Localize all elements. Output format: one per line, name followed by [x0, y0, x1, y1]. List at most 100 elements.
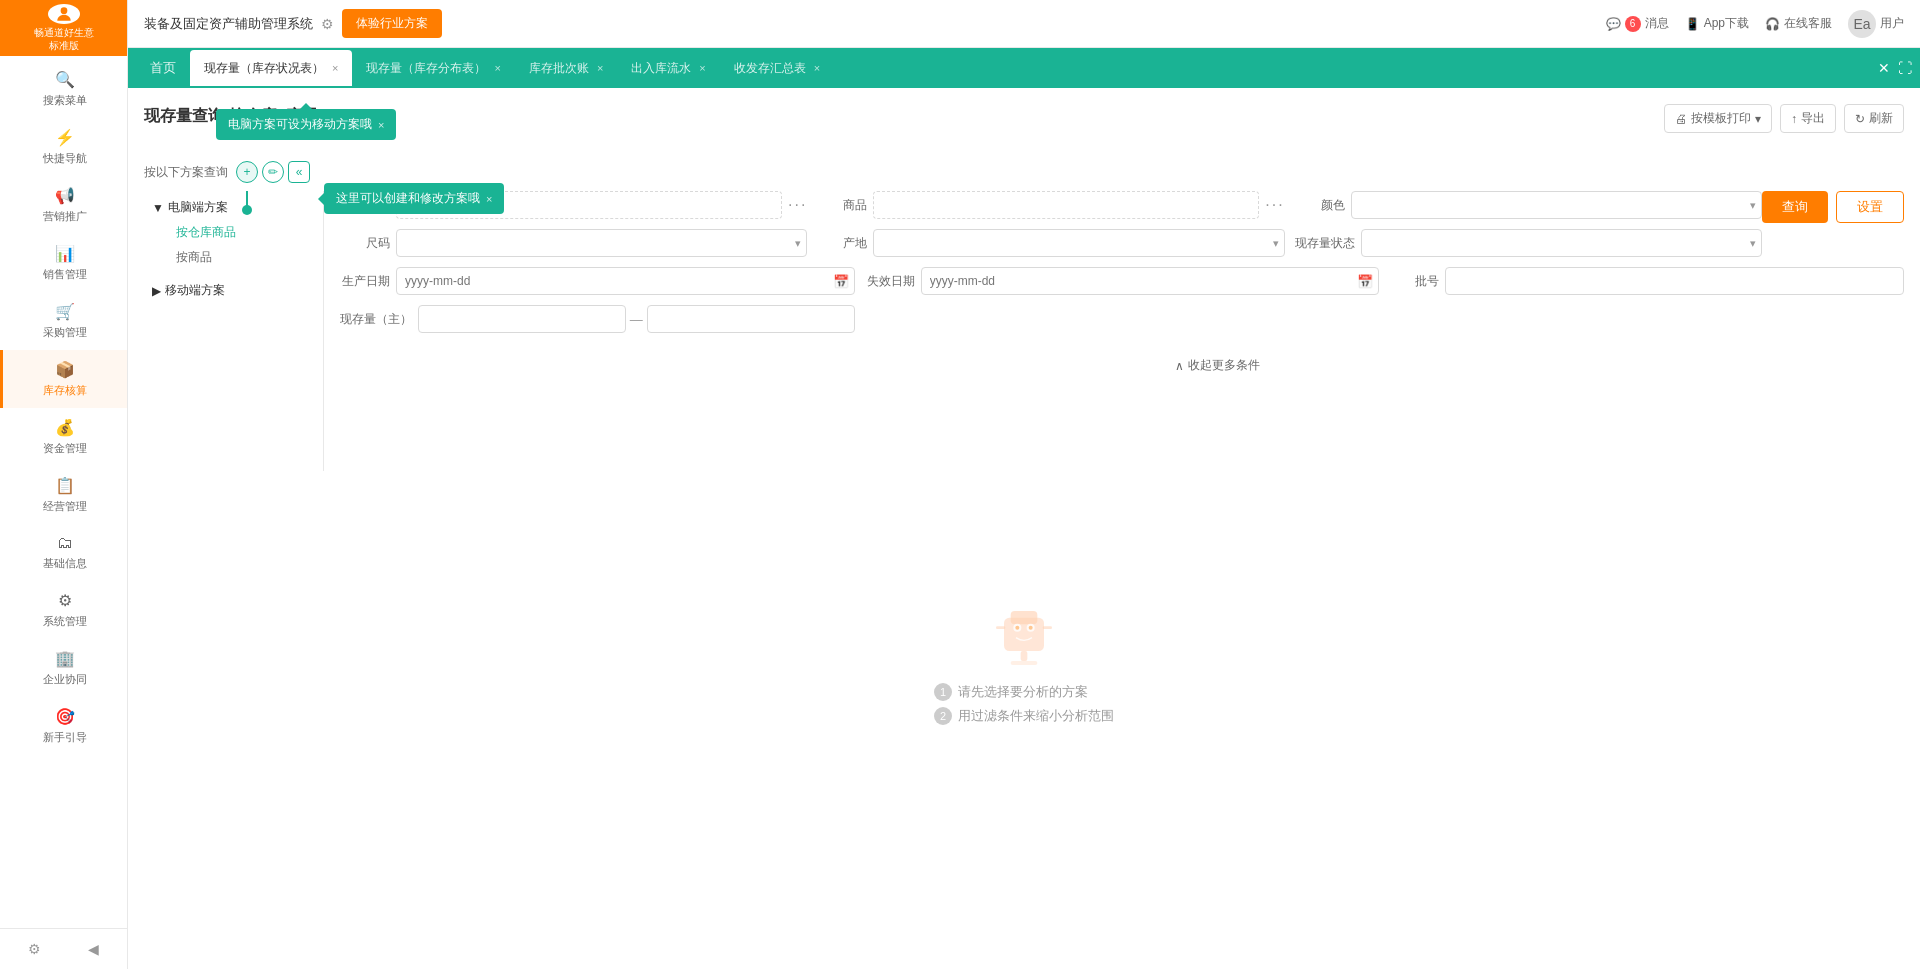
dropdown-icon: ▾ — [1755, 112, 1761, 126]
sidebar-item-operation[interactable]: 📋 经营管理 — [0, 466, 127, 524]
svg-rect-7 — [1021, 651, 1028, 661]
filter-wrapper: 按以下方案查询 + ✏ « 电脑方案可设为移动方案哦 × — [144, 161, 1904, 471]
scheme-item-product[interactable]: 按商品 — [152, 245, 307, 270]
origin-select[interactable] — [873, 229, 1284, 257]
tooltip2-close[interactable]: × — [486, 193, 492, 205]
target-icon: 🎯 — [55, 707, 75, 726]
sidebar-item-search[interactable]: 🔍 搜索菜单 — [0, 60, 127, 118]
size-select[interactable] — [396, 229, 807, 257]
app-download-btn[interactable]: 📱 App下载 — [1685, 15, 1749, 32]
tab-close-inventory-status[interactable]: × — [332, 62, 338, 74]
add-scheme-btn[interactable]: + — [236, 161, 258, 183]
field-size: 尺码 ▾ — [340, 229, 807, 257]
filter-row-1: 仓库 ··· 商品 ··· 颜色 — [340, 191, 1762, 219]
avatar: Ea — [1848, 10, 1876, 38]
desktop-scheme-group: ▼ 电脑端方案 按仓库商品 按商品 — [144, 191, 315, 274]
sidebar-item-inventory[interactable]: 📦 库存核算 — [0, 350, 127, 408]
search-btn[interactable]: 查询 — [1762, 191, 1828, 223]
tooltip1-close[interactable]: × — [378, 119, 384, 131]
sidebar-logo: 畅通道好生意 标准版 — [0, 0, 127, 56]
sidebar-item-marketing[interactable]: 📢 营销推广 — [0, 176, 127, 234]
desktop-scheme-header[interactable]: ▼ 电脑端方案 — [152, 195, 307, 220]
sidebar-item-purchase[interactable]: 🛒 采购管理 — [0, 292, 127, 350]
cart-icon: 🛒 — [55, 302, 75, 321]
tab-receivable[interactable]: 收发存汇总表 × — [720, 50, 834, 86]
tab-close-receivable[interactable]: × — [814, 62, 820, 74]
color-select[interactable] — [1351, 191, 1762, 219]
collapse-btn[interactable]: ∧ 收起更多条件 — [1169, 351, 1266, 380]
filter-row-4: 现存量（主） — — [340, 305, 1904, 333]
stock-main-to[interactable] — [647, 305, 855, 333]
warehouse-more-icon[interactable]: ··· — [788, 196, 807, 214]
size-select-wrapper: ▾ — [396, 229, 807, 257]
batch-input[interactable] — [1445, 267, 1904, 295]
collapse-icon: ∧ — [1175, 359, 1184, 373]
gear-icon: ⚙ — [58, 591, 72, 610]
notification-btn[interactable]: 💬 6 消息 — [1606, 15, 1669, 32]
color-select-wrapper: ▾ — [1351, 191, 1762, 219]
print-btn[interactable]: 🖨 按模板打印 ▾ — [1664, 104, 1772, 133]
export-btn[interactable]: ↑ 导出 — [1780, 104, 1836, 133]
sidebar-item-sales[interactable]: 📊 销售管理 — [0, 234, 127, 292]
tab-bar-right: ✕ ⛶ — [1878, 60, 1912, 76]
empty-state: 1 请先选择要分析的方案 2 用过滤条件来缩小分析范围 — [144, 511, 1904, 805]
field-color: 颜色 ▾ — [1295, 191, 1762, 219]
filter-row-3: 生产日期 📅 失效日期 📅 — [340, 267, 1904, 295]
main-area: 装备及固定资产辅助管理系统 ⚙ 体验行业方案 💬 6 消息 📱 App下载 🎧 … — [128, 0, 1920, 969]
tab-close-inout[interactable]: × — [699, 62, 705, 74]
prev-scheme-btn[interactable]: « — [288, 161, 310, 183]
tab-inventory-status[interactable]: 现存量（库存状况表） × — [190, 50, 352, 86]
tab-inout-flow[interactable]: 出入库流水 × — [617, 50, 719, 86]
tooltip-bubble-2: 这里可以创建和修改方案哦 × — [324, 183, 504, 214]
filter-row-2: 尺码 ▾ 产地 — [340, 229, 1762, 257]
mobile-scheme-header[interactable]: ▶ 移动端方案 — [152, 278, 307, 303]
scheme-item-warehouse[interactable]: 按仓库商品 — [152, 220, 307, 245]
stock-status-select[interactable] — [1361, 229, 1762, 257]
refresh-btn[interactable]: ↻ 刷新 — [1844, 104, 1904, 133]
tab-close-all-icon[interactable]: ✕ — [1878, 60, 1890, 76]
logo-text: 畅通道好生意 标准版 — [34, 26, 94, 52]
sidebar-item-basic[interactable]: 🗂 基础信息 — [0, 524, 127, 581]
industry-btn[interactable]: 体验行业方案 — [342, 9, 442, 38]
stock-main-from[interactable] — [418, 305, 626, 333]
headset-icon: 🎧 — [1765, 17, 1780, 31]
sidebar-item-quick-nav[interactable]: ⚡ 快捷导航 — [0, 118, 127, 176]
calendar-icon-2[interactable]: 📅 — [1357, 274, 1373, 289]
tab-inventory-dist[interactable]: 现存量（库存分布表） × — [352, 50, 514, 86]
sidebar-item-enterprise[interactable]: 🏢 企业协同 — [0, 639, 127, 697]
sidebar-collapse-btn[interactable]: ◀ — [84, 937, 103, 961]
sidebar-settings-btn[interactable]: ⚙ — [24, 937, 45, 961]
svg-rect-8 — [1011, 661, 1038, 665]
empty-illustration — [984, 591, 1064, 671]
field-produce-date: 生产日期 📅 — [340, 267, 855, 295]
sidebar-item-finance[interactable]: 💰 资金管理 — [0, 408, 127, 466]
online-service-btn[interactable]: 🎧 在线客服 — [1765, 15, 1832, 32]
lightning-icon: ⚡ — [55, 128, 75, 147]
empty-tip-2: 2 用过滤条件来缩小分析范围 — [934, 707, 1114, 725]
megaphone-icon: 📢 — [55, 186, 75, 205]
tab-close-batch[interactable]: × — [597, 62, 603, 74]
tab-home[interactable]: 首页 — [136, 50, 190, 86]
tab-batch-account[interactable]: 库存批次账 × — [515, 50, 617, 86]
field-product: 商品 ··· — [817, 191, 1284, 219]
sidebar-item-system[interactable]: ⚙ 系统管理 — [0, 581, 127, 639]
export-icon: ↑ — [1791, 112, 1797, 126]
toolbar: 🖨 按模板打印 ▾ ↑ 导出 ↻ 刷新 — [1664, 104, 1904, 133]
set-btn[interactable]: 设置 — [1836, 191, 1904, 223]
sidebar-item-guide[interactable]: 🎯 新手引导 — [0, 697, 127, 755]
box-icon: 📦 — [55, 360, 75, 379]
edit-scheme-btn[interactable]: ✏ — [262, 161, 284, 183]
product-more-icon[interactable]: ··· — [1265, 196, 1284, 214]
produce-date-input[interactable] — [396, 267, 855, 295]
field-origin: 产地 ▾ — [817, 229, 1284, 257]
tab-maximize-icon[interactable]: ⛶ — [1898, 60, 1912, 76]
product-input[interactable] — [873, 191, 1259, 219]
header-settings-icon[interactable]: ⚙ — [321, 16, 334, 32]
svg-point-6 — [1029, 626, 1033, 630]
expire-date-input[interactable] — [921, 267, 1380, 295]
origin-select-wrapper: ▾ — [873, 229, 1284, 257]
tab-close-inventory-dist[interactable]: × — [494, 62, 500, 74]
calendar-icon-1[interactable]: 📅 — [833, 274, 849, 289]
sidebar: 畅通道好生意 标准版 🔍 搜索菜单 ⚡ 快捷导航 📢 营销推广 📊 销售管理 🛒… — [0, 0, 128, 969]
user-menu-btn[interactable]: Ea 用户 — [1848, 10, 1904, 38]
